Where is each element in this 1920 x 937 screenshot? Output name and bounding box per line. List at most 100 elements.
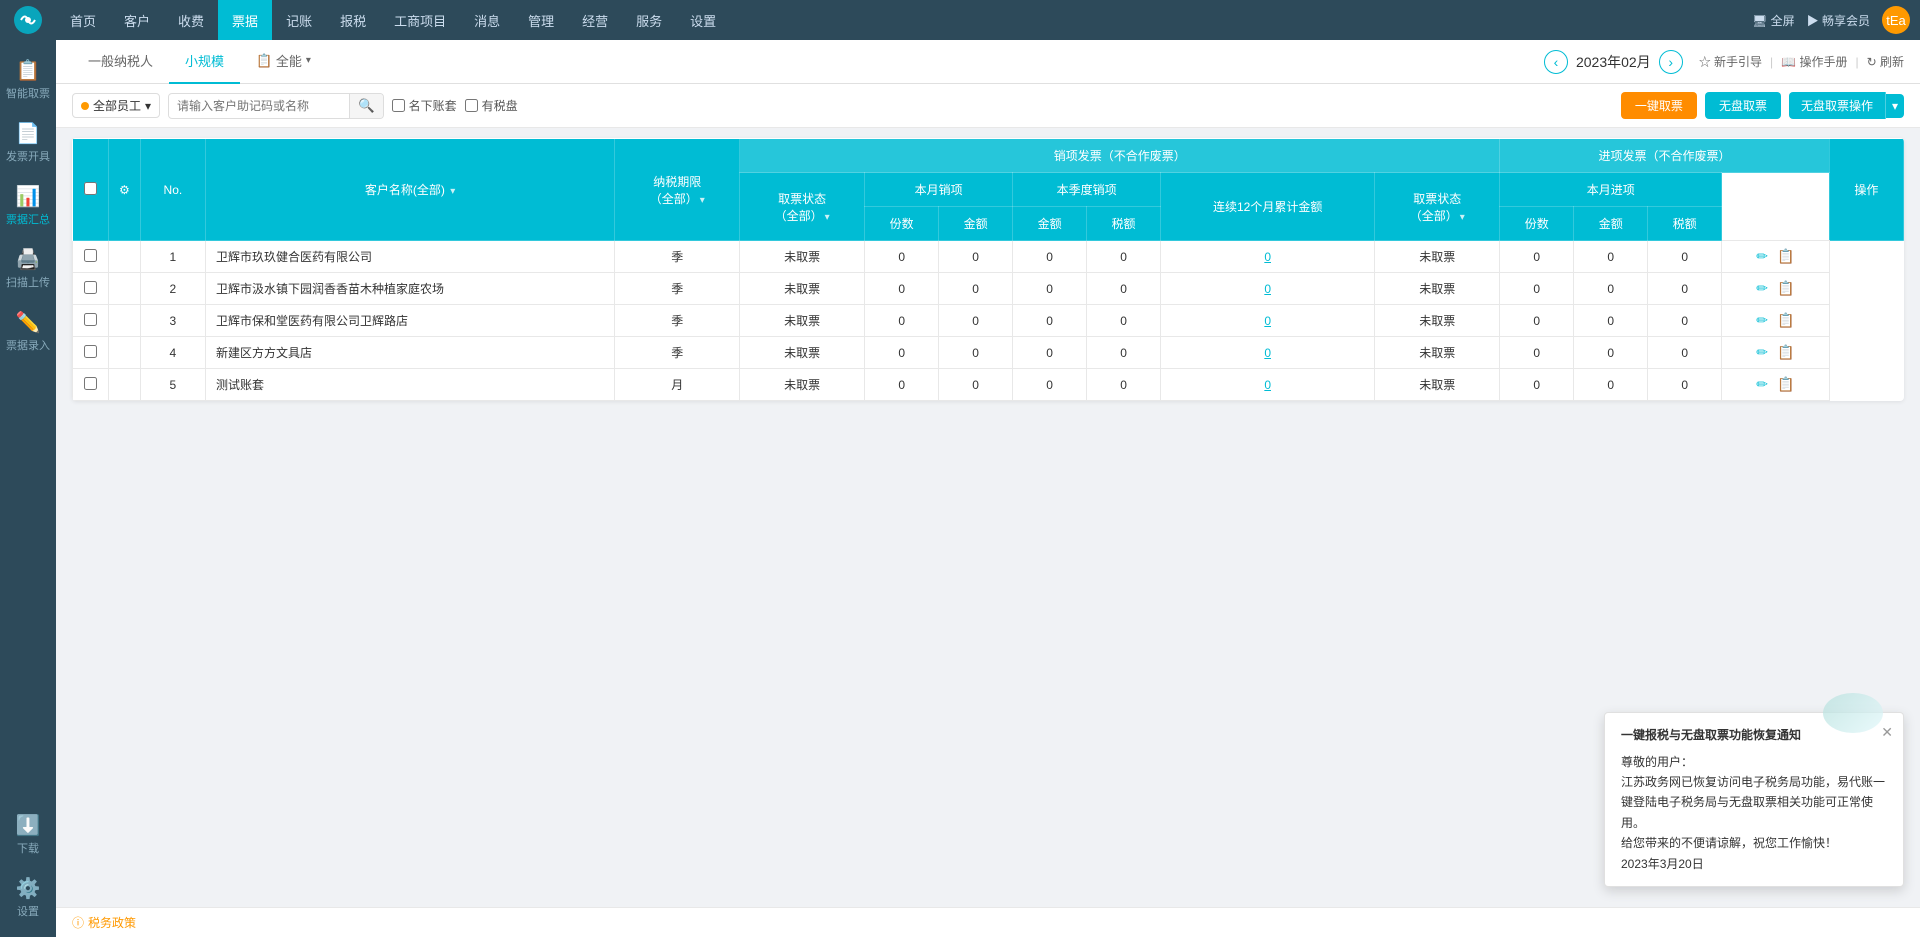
row-sales-12month[interactable]: 0 [1161, 337, 1375, 369]
notification-scroll[interactable]: 尊敬的用户： 江苏政务网已恢复访问电子税务局功能，易代账一键登陆电子税务局与无盘… [1621, 752, 1887, 874]
period-nav: ‹ 2023年02月 › [1544, 50, 1683, 74]
row-view-icon[interactable]: 📋 [1777, 280, 1794, 296]
th-tax-period: 纳税期限（全部）▾ [615, 139, 740, 241]
row-edit-icon[interactable]: ✏ [1756, 376, 1768, 392]
th-customer-name: 客户名称(全部) ▾ [205, 139, 614, 241]
row-purchase-month-count: 0 [1500, 369, 1574, 401]
row-number: 5 [140, 369, 205, 401]
account-filter-checkbox[interactable] [392, 99, 405, 112]
row-edit-icon[interactable]: ✏ [1756, 248, 1768, 264]
row-settings-cell [109, 337, 141, 369]
nav-tax[interactable]: 报税 [326, 0, 380, 40]
th-purchase-month: 本月进项 [1500, 173, 1722, 207]
newbie-guide-btn[interactable]: ☆ 新手引导 [1699, 53, 1762, 70]
period-prev-btn[interactable]: ‹ [1544, 50, 1568, 74]
row-sales-season-tax: 0 [1087, 305, 1161, 337]
search-input[interactable] [169, 95, 349, 117]
fullscreen-btn[interactable]: 🖥 全屏 [1752, 12, 1795, 29]
row-checkbox[interactable] [84, 345, 97, 358]
period-filter-icon[interactable]: ▾ [700, 195, 705, 206]
nav-manage[interactable]: 管理 [514, 0, 568, 40]
nav-settings[interactable]: 设置 [676, 0, 730, 40]
sidebar-item-ticket-entry[interactable]: ✏️ 票据录入 [2, 302, 54, 361]
tax-policy-link[interactable]: 税务政策 [88, 914, 136, 931]
no-disk-ops-arrow[interactable]: ▾ [1886, 94, 1904, 118]
customer-filter-icon[interactable]: ▾ [450, 186, 455, 197]
row-sales-month-count: 0 [865, 369, 939, 401]
notification-close-btn[interactable]: ✕ [1881, 721, 1893, 745]
tax-filter-label[interactable]: 有税盘 [465, 97, 518, 114]
employee-filter[interactable]: 全部员工 ▾ [72, 93, 160, 118]
no-disk-ops-btn[interactable]: 无盘取票操作 [1789, 92, 1886, 119]
top-nav: 首页 客户 收费 票据 记账 报税 工商项目 消息 管理 经营 服务 设置 🖥 … [0, 0, 1920, 40]
refresh-btn[interactable]: ↻ 刷新 [1867, 53, 1904, 70]
th-sales-season-amount: 金额 [1013, 207, 1087, 241]
nav-operation[interactable]: 经营 [568, 0, 622, 40]
nav-message[interactable]: 消息 [460, 0, 514, 40]
sub-tabs-right: ☆ 新手引导 | 📖 操作手册 | ↻ 刷新 [1699, 53, 1904, 70]
th-settings: ⚙ [109, 139, 141, 241]
one-click-btn[interactable]: 一键取票 [1621, 92, 1697, 119]
nav-home[interactable]: 首页 [56, 0, 110, 40]
row-checkbox-cell [73, 241, 109, 273]
sidebar-item-config[interactable]: ⚙️ 设置 [2, 868, 54, 927]
data-table: ⚙ No. 客户名称(全部) ▾ 纳税期限（全部）▾ 销项发票（不合作废票） 本… [72, 138, 1904, 401]
row-sales-month-count: 0 [865, 241, 939, 273]
tab-small-scale[interactable]: 小规模 [169, 40, 240, 84]
tab-general-taxpayer[interactable]: 一般纳税人 [72, 40, 169, 84]
row-checkbox[interactable] [84, 249, 97, 262]
select-all-checkbox[interactable] [84, 182, 97, 195]
row-edit-icon[interactable]: ✏ [1756, 344, 1768, 360]
row-sales-season-amount: 0 [1013, 337, 1087, 369]
sidebar-item-ticket-summary[interactable]: 📊 票据汇总 [2, 176, 54, 235]
settings-icon[interactable]: ⚙ [119, 183, 130, 197]
period-next-btn[interactable]: › [1659, 50, 1683, 74]
row-number: 1 [140, 241, 205, 273]
sidebar-item-invoice-open[interactable]: 📄 发票开具 [2, 113, 54, 172]
row-view-icon[interactable]: 📋 [1777, 344, 1794, 360]
manual-btn[interactable]: 📖 操作手册 [1781, 53, 1847, 70]
account-filter-label[interactable]: 名下账套 [392, 97, 457, 114]
nav-fee[interactable]: 收费 [164, 0, 218, 40]
row-period: 季 [615, 305, 740, 337]
row-settings-cell [109, 241, 141, 273]
row-period: 季 [615, 241, 740, 273]
row-sales-status: 未取票 [740, 305, 865, 337]
sidebar-item-download[interactable]: ⬇️ 下载 [2, 805, 54, 864]
nav-ticket[interactable]: 票据 [218, 0, 272, 40]
row-sales-season-amount: 0 [1013, 369, 1087, 401]
member-btn[interactable]: ▶ 畅享会员 [1807, 12, 1870, 29]
tax-filter-checkbox[interactable] [465, 99, 478, 112]
purchase-status-filter-icon[interactable]: ▾ [1460, 212, 1465, 223]
row-checkbox[interactable] [84, 313, 97, 326]
sidebar-item-smart-ticket[interactable]: 📋 智能取票 [2, 50, 54, 109]
row-sales-12month[interactable]: 0 [1161, 305, 1375, 337]
row-view-icon[interactable]: 📋 [1777, 312, 1794, 328]
nav-accounting[interactable]: 记账 [272, 0, 326, 40]
no-disk-btn[interactable]: 无盘取票 [1705, 92, 1781, 119]
row-edit-icon[interactable]: ✏ [1756, 280, 1768, 296]
search-btn[interactable]: 🔍 [349, 94, 383, 118]
row-settings-cell [109, 273, 141, 305]
sales-status-filter-icon[interactable]: ▾ [825, 212, 830, 223]
row-sales-12month[interactable]: 0 [1161, 273, 1375, 305]
table-row: 2 卫辉市汲水镇下园润香香苗木种植家庭农场 季 未取票 0 0 0 0 0 未取… [73, 273, 1904, 305]
row-sales-12month[interactable]: 0 [1161, 369, 1375, 401]
toolbar-right: 一键取票 无盘取票 无盘取票操作 ▾ [1621, 92, 1904, 119]
avatar[interactable]: tEa [1882, 6, 1910, 34]
tax-policy-icon: ⓘ [72, 914, 84, 931]
nav-business[interactable]: 工商项目 [380, 0, 460, 40]
scan-upload-icon: 🖨️ [16, 247, 41, 272]
tab-all-capable[interactable]: 📋 全能 ▾ [240, 40, 327, 84]
row-view-icon[interactable]: 📋 [1777, 376, 1794, 392]
nav-customer[interactable]: 客户 [110, 0, 164, 40]
nav-service[interactable]: 服务 [622, 0, 676, 40]
row-sales-12month[interactable]: 0 [1161, 241, 1375, 273]
th-purchase-month-tax: 税额 [1648, 207, 1722, 241]
sidebar-item-scan-upload[interactable]: 🖨️ 扫描上传 [2, 239, 54, 298]
row-checkbox[interactable] [84, 281, 97, 294]
ticket-summary-icon: 📊 [16, 184, 41, 209]
row-checkbox[interactable] [84, 377, 97, 390]
row-edit-icon[interactable]: ✏ [1756, 312, 1768, 328]
row-view-icon[interactable]: 📋 [1777, 248, 1794, 264]
